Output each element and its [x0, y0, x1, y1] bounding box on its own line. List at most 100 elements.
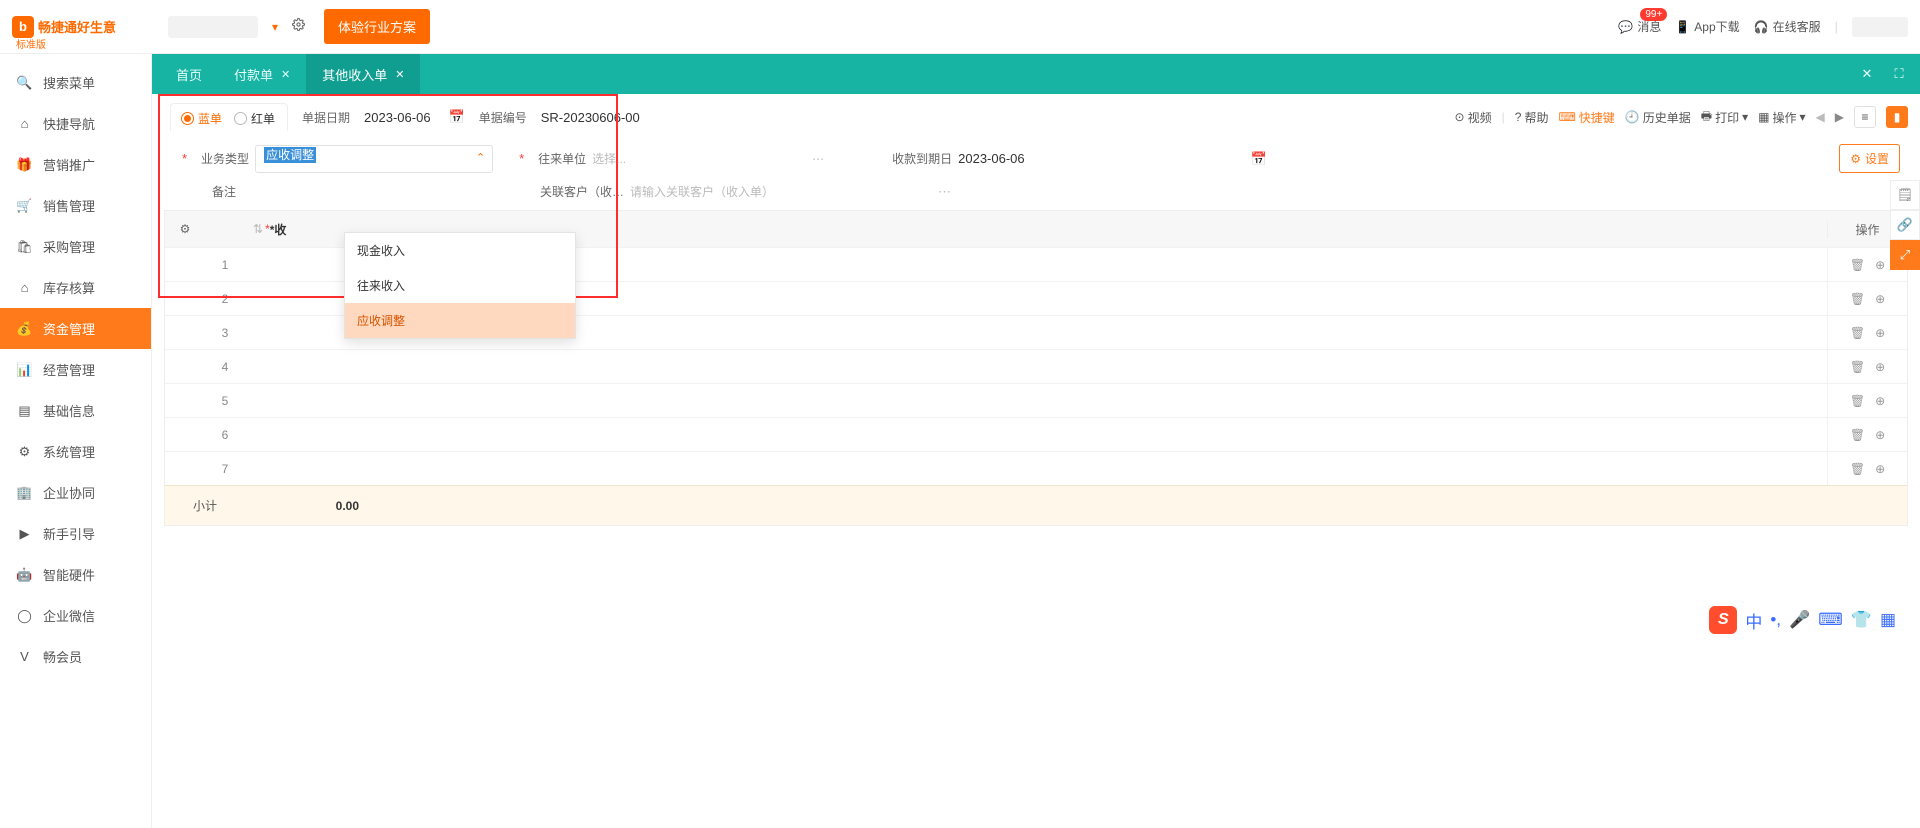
doc-date-value[interactable]: 2023-06-06 — [364, 110, 431, 125]
dropdown-option-cash[interactable]: 现金收入 — [345, 233, 575, 268]
tab-other-income[interactable]: 其他收入单✕ — [306, 54, 420, 94]
support-button[interactable]: 🎧 在线客服 — [1754, 18, 1821, 35]
copy-icon[interactable]: ⊕ — [1875, 462, 1885, 476]
sidebar-item-system[interactable]: ⚙系统管理 — [0, 431, 151, 472]
app-download-button[interactable]: 📱 App下载 — [1675, 18, 1739, 35]
biz-type-value: 应收调整 — [264, 147, 316, 163]
radio-label: 蓝单 — [198, 110, 222, 127]
print-link[interactable]: 🖶打印▾ — [1701, 107, 1748, 128]
more-icon[interactable]: ⋯ — [938, 184, 951, 200]
prev-icon[interactable]: ◀ — [1816, 110, 1825, 124]
more-icon[interactable]: ⋯ — [812, 152, 824, 166]
biz-type-select[interactable]: 应收调整 — [255, 145, 493, 173]
copy-icon[interactable]: ⊕ — [1875, 428, 1885, 442]
shortcut-link[interactable]: ⌨快捷键 — [1558, 109, 1614, 126]
ime-skin-icon[interactable]: 👕 — [1851, 610, 1872, 630]
sidebar-item-finance[interactable]: 💰资金管理 — [0, 308, 151, 349]
logo-icon: b — [12, 16, 34, 38]
history-icon: 🕘 — [1625, 110, 1640, 124]
sidebar: 🔍搜索菜单 ⌂快捷导航 🎁营销推广 🛒销售管理 🛍采购管理 ⌂库存核算 💰资金管… — [0, 54, 152, 828]
box-icon: ⌂ — [16, 279, 33, 296]
side-note-button[interactable]: 🗒 — [1890, 180, 1920, 210]
dropdown-option-adjust[interactable]: 应收调整 — [345, 303, 575, 338]
table-settings-icon[interactable]: ⚙ — [165, 222, 205, 236]
calendar-icon[interactable]: 📅 — [449, 109, 465, 125]
delete-icon[interactable]: 🗑 — [1850, 428, 1865, 442]
sidebar-item-wecom[interactable]: ◯企业微信 — [0, 595, 151, 636]
biz-type-input-wrap[interactable]: 应收调整 ⌃ — [255, 145, 493, 173]
tab-home[interactable]: 首页 — [160, 54, 218, 94]
history-link[interactable]: 🕘历史单据 — [1625, 109, 1691, 126]
user-placeholder[interactable] — [1852, 17, 1908, 37]
table-row[interactable]: 5🗑⊕ — [165, 383, 1907, 417]
video-link[interactable]: ⊙视频 — [1455, 109, 1492, 126]
dropdown-option-exchange[interactable]: 往来收入 — [345, 268, 575, 303]
sidebar-item-sales[interactable]: 🛒销售管理 — [0, 185, 151, 226]
sidebar-item-guide[interactable]: ▶新手引导 — [0, 513, 151, 554]
sidebar-item-collab[interactable]: 🏢企业协同 — [0, 472, 151, 513]
table-row[interactable]: 6🗑⊕ — [165, 417, 1907, 451]
main: 首页 付款单✕ 其他收入单✕ ✕ ⛶ 蓝单 红单 单据日期 2023-06-06… — [152, 54, 1920, 828]
copy-icon[interactable]: ⊕ — [1875, 360, 1885, 374]
settings-button[interactable]: ⚙设置 — [1839, 144, 1900, 173]
sidebar-item-hardware[interactable]: 🤖智能硬件 — [0, 554, 151, 595]
delete-icon[interactable]: 🗑 — [1850, 360, 1865, 374]
ime-punct-icon[interactable]: •, — [1770, 610, 1781, 630]
due-date-label: 收款到期日 — [882, 150, 952, 167]
sidebar-item-inventory[interactable]: ⌂库存核算 — [0, 267, 151, 308]
partner-select[interactable]: 选择...⋯ — [592, 145, 824, 173]
side-float: 🗒 🔗 ⤢ — [1890, 180, 1920, 270]
delete-icon[interactable]: 🗑 — [1850, 394, 1865, 408]
radio-blue[interactable]: 蓝单 — [181, 110, 222, 127]
sidebar-item-search[interactable]: 🔍搜索菜单 — [0, 62, 151, 103]
row-number: 7 — [205, 462, 245, 476]
sidebar-item-marketing[interactable]: 🎁营销推广 — [0, 144, 151, 185]
delete-icon[interactable]: 🗑 — [1850, 326, 1865, 340]
sidebar-item-vip[interactable]: V畅会员 — [0, 636, 151, 677]
view-list-button[interactable]: ≡ — [1854, 106, 1876, 128]
radio-red[interactable]: 红单 — [234, 110, 275, 127]
calendar-icon[interactable]: 📅 — [1251, 151, 1267, 167]
tab-payment[interactable]: 付款单✕ — [218, 54, 306, 94]
help-link[interactable]: ?帮助 — [1515, 109, 1549, 126]
close-icon[interactable]: ✕ — [395, 68, 404, 81]
gear-icon[interactable] — [292, 18, 310, 36]
ime-logo-icon[interactable]: S — [1709, 606, 1737, 634]
ime-mic-icon[interactable]: 🎤 — [1789, 610, 1810, 630]
money-icon: 💰 — [16, 320, 33, 337]
table-row[interactable]: 7 🗑 ⊕ — [165, 451, 1907, 485]
delete-icon[interactable]: 🗑 — [1850, 292, 1865, 306]
sidebar-item-quicknav[interactable]: ⌂快捷导航 — [0, 103, 151, 144]
ime-grid-icon[interactable]: ▦ — [1880, 610, 1896, 630]
copy-icon[interactable]: ⊕ — [1875, 292, 1885, 306]
tab-expand-button[interactable]: ⛶ — [1888, 63, 1910, 85]
ime-bar: S 中 •, 🎤 ⌨ 👕 ▦ — [1709, 606, 1896, 634]
tab-close-all-button[interactable]: ✕ — [1856, 63, 1878, 85]
cta-button[interactable]: 体验行业方案 — [324, 9, 430, 44]
sidebar-item-basedata[interactable]: ▤基础信息 — [0, 390, 151, 431]
sidebar-item-purchase[interactable]: 🛍采购管理 — [0, 226, 151, 267]
close-icon[interactable]: ✕ — [281, 68, 290, 81]
ime-keyboard-icon[interactable]: ⌨ — [1818, 610, 1843, 630]
ime-lang-button[interactable]: 中 — [1745, 608, 1762, 633]
side-link-button[interactable]: 🔗 — [1890, 210, 1920, 240]
table-row[interactable]: 4🗑⊕ — [165, 349, 1907, 383]
side-expand-button[interactable]: ⤢ — [1890, 240, 1920, 270]
org-selector[interactable]: ▾ 体验行业方案 — [168, 9, 430, 44]
messages-button[interactable]: 💬 消息 — [1618, 18, 1661, 35]
sidebar-item-operation[interactable]: 📊经营管理 — [0, 349, 151, 390]
support-label: 在线客服 — [1773, 18, 1821, 35]
related-customer-input[interactable]: 请输入关联客户（收入单） — [630, 183, 862, 200]
next-icon[interactable]: ▶ — [1835, 110, 1844, 124]
field-biz-type: * 业务类型 应收调整 ⌃ — [182, 145, 493, 173]
gift-icon: 🎁 — [16, 156, 33, 173]
ops-link[interactable]: ▦操作▾ — [1758, 109, 1805, 126]
copy-icon[interactable]: ⊕ — [1875, 258, 1885, 272]
copy-icon[interactable]: ⊕ — [1875, 394, 1885, 408]
due-date-value[interactable]: 2023-06-06 — [958, 151, 1025, 166]
delete-icon[interactable]: 🗑 — [1850, 462, 1865, 476]
view-card-button[interactable]: ▮ — [1886, 106, 1908, 128]
delete-icon[interactable]: 🗑 — [1850, 258, 1865, 272]
radio-label: 红单 — [251, 110, 275, 127]
copy-icon[interactable]: ⊕ — [1875, 326, 1885, 340]
